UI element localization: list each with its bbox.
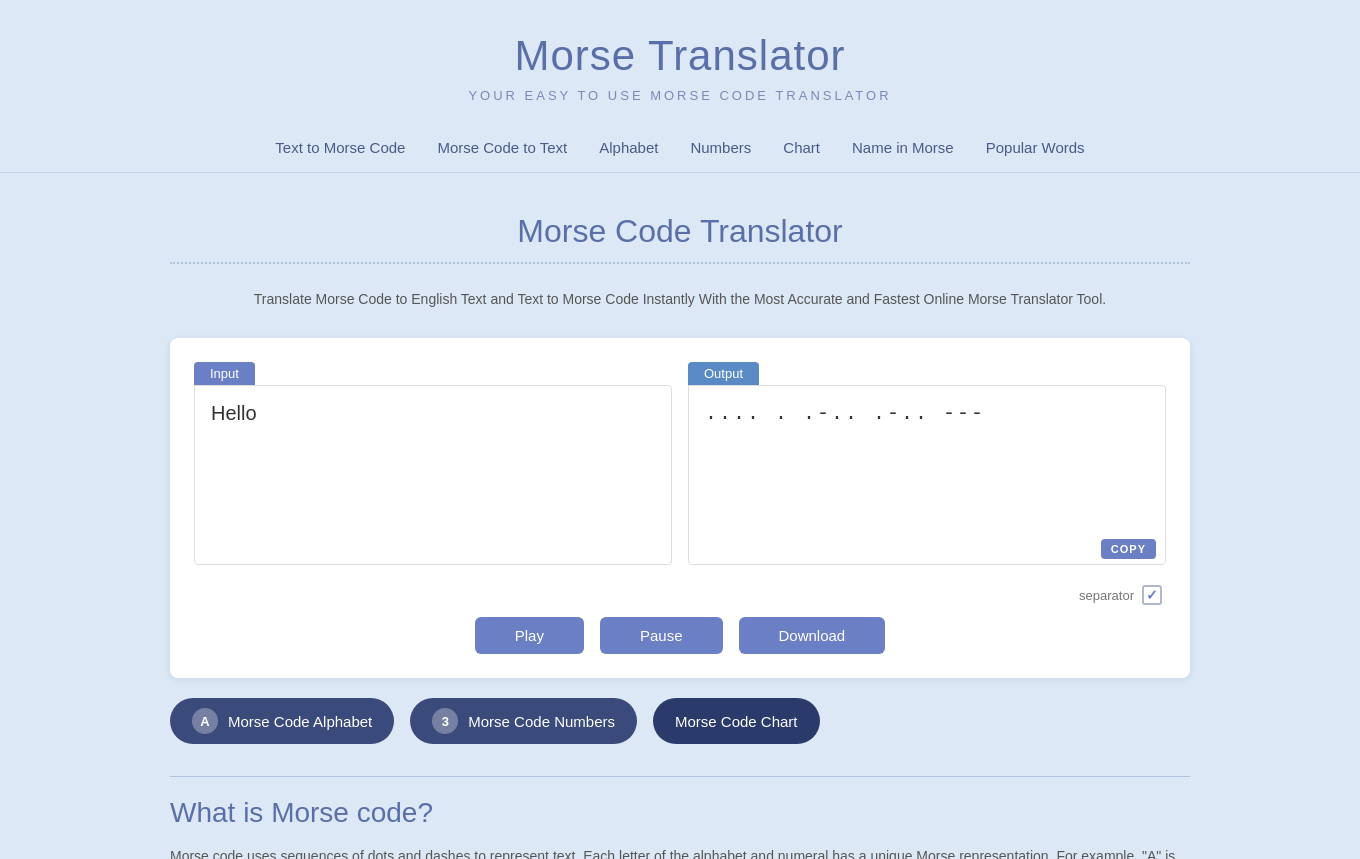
separator-row: separator ✓ [194,585,1166,605]
what-is-section: What is Morse code? Morse code uses sequ… [170,776,1190,859]
tab-numbers-icon: 3 [432,708,458,734]
site-subtitle: Your Easy to Use Morse Code Translator [20,88,1340,103]
nav-morse-to-text[interactable]: Morse Code to Text [437,139,567,156]
nav-numbers[interactable]: Numbers [690,139,751,156]
output-box: .... . .-.. .-.. --- COPY [688,385,1166,569]
pause-button[interactable]: Pause [600,617,723,654]
output-label: Output [688,362,759,385]
main-nav: Text to Morse Code Morse Code to Text Al… [0,123,1360,173]
section-tabs: A Morse Code Alphabet 3 Morse Code Numbe… [170,698,1190,744]
tab-numbers[interactable]: 3 Morse Code Numbers [410,698,637,744]
separator-checkbox[interactable]: ✓ [1142,585,1162,605]
checkmark-icon: ✓ [1146,587,1158,603]
title-divider [170,262,1190,264]
input-label: Input [194,362,255,385]
description-text: Translate Morse Code to English Text and… [170,288,1190,310]
nav-alphabet[interactable]: Alphabet [599,139,658,156]
io-row: Input Hello Output .... . .-.. .-.. --- … [194,362,1166,569]
action-buttons: Play Pause Download [194,617,1166,654]
input-textarea[interactable]: Hello [194,385,672,565]
copy-button[interactable]: COPY [1101,539,1156,559]
nav-popular-words[interactable]: Popular Words [986,139,1085,156]
download-button[interactable]: Download [739,617,886,654]
what-is-text: Morse code uses sequences of dots and da… [170,845,1190,859]
tab-chart[interactable]: Morse Code Chart [653,698,820,744]
header: Morse Translator Your Easy to Use Morse … [0,0,1360,123]
tab-chart-label: Morse Code Chart [675,713,798,730]
play-button[interactable]: Play [475,617,584,654]
nav-name-in-morse[interactable]: Name in Morse [852,139,954,156]
what-is-title: What is Morse code? [170,797,1190,829]
output-column: Output .... . .-.. .-.. --- COPY [688,362,1166,569]
translator-box: Input Hello Output .... . .-.. .-.. --- … [170,338,1190,678]
nav-chart[interactable]: Chart [783,139,820,156]
tab-alphabet-icon: A [192,708,218,734]
page-title: Morse Code Translator [170,213,1190,250]
output-textarea[interactable]: .... . .-.. .-.. --- [688,385,1166,565]
tab-alphabet-label: Morse Code Alphabet [228,713,372,730]
input-column: Input Hello [194,362,672,569]
site-title: Morse Translator [20,32,1340,80]
tab-alphabet[interactable]: A Morse Code Alphabet [170,698,394,744]
main-content: Morse Code Translator Translate Morse Co… [150,173,1210,859]
tab-numbers-label: Morse Code Numbers [468,713,615,730]
separator-label: separator [1079,588,1134,603]
nav-text-to-morse[interactable]: Text to Morse Code [275,139,405,156]
